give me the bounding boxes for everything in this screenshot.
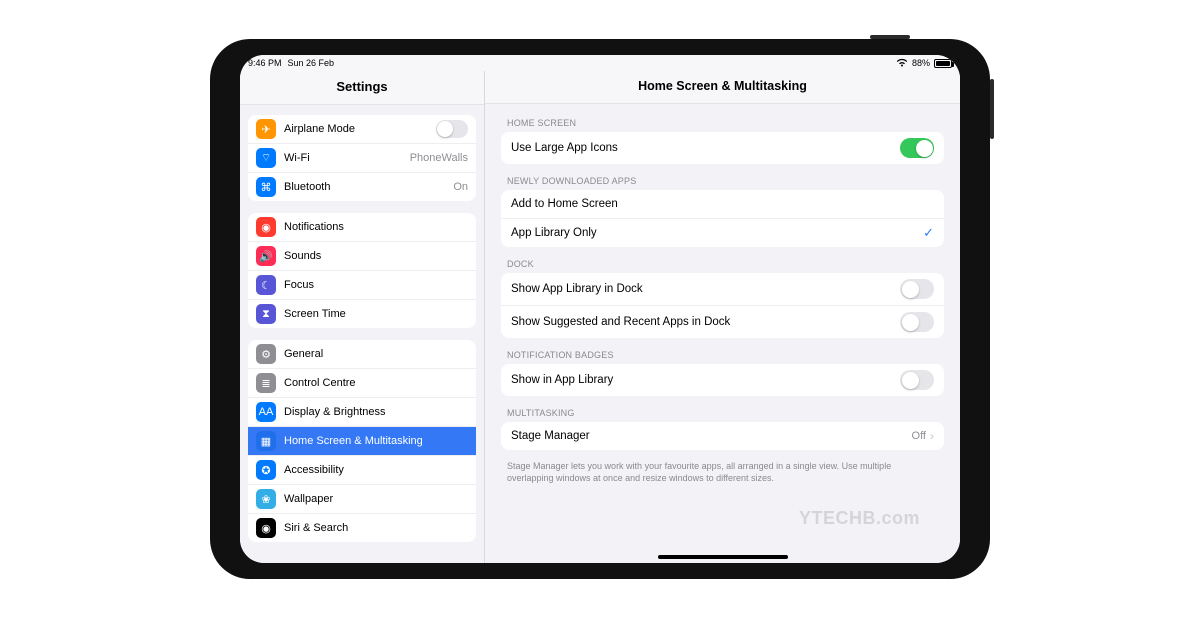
sidebar-item-label: Wallpaper (284, 493, 468, 505)
sidebar-item-label: Accessibility (284, 464, 468, 476)
section-header: MULTITASKING (501, 402, 944, 422)
sidebar-item-label: Control Centre (284, 377, 468, 389)
bluetooth-icon: ⌘ (256, 177, 276, 197)
wifi-icon (896, 58, 908, 69)
sidebar-item-sounds[interactable]: 🔊 Sounds (248, 241, 476, 270)
sidebar-item-label: Focus (284, 279, 468, 291)
status-time: 9:46 PM (248, 58, 282, 68)
sidebar-item-label: Wi-Fi (284, 152, 402, 164)
section: Stage ManagerOff › (501, 422, 944, 450)
show-in-applib-switch[interactable] (900, 370, 934, 390)
section: Show in App Library (501, 364, 944, 396)
wallpaper-icon: ❀ (256, 489, 276, 509)
setting-app-library[interactable]: App Library Only✓ (501, 218, 944, 247)
setting-label: App Library Only (511, 227, 923, 239)
setting-value: Off (912, 430, 926, 442)
sidebar: Settings ✈ Airplane Mode ⌔ Wi-Fi PhoneWalls ⌘… (240, 71, 485, 563)
setting-label: Stage Manager (511, 430, 912, 442)
sidebar-item-label: Notifications (284, 221, 468, 233)
show-applib-dock-switch[interactable] (900, 279, 934, 299)
airplane-icon: ✈ (256, 119, 276, 139)
sidebar-group: ◉ Notifications 🔊 Sounds ☾ Focus ⧗ Screen Time (248, 213, 476, 328)
sidebar-item-label: General (284, 348, 468, 360)
setting-add-home[interactable]: Add to Home Screen (501, 190, 944, 218)
sidebar-item-label: Airplane Mode (284, 123, 428, 135)
setting-show-suggested[interactable]: Show Suggested and Recent Apps in Dock (501, 305, 944, 338)
sidebar-item-value: On (453, 181, 468, 193)
sidebar-group: ⚙ General ≣ Control Centre AA Display & Brigh… (248, 340, 476, 542)
homescreen-icon: ▦ (256, 431, 276, 451)
watermark: YTECHB.com (799, 508, 920, 529)
battery-icon (934, 59, 952, 68)
checkmark-icon: ✓ (923, 225, 934, 241)
sidebar-title: Settings (240, 71, 484, 105)
section-header: DOCK (501, 253, 944, 273)
display-icon: AA (256, 402, 276, 422)
large-icons-switch[interactable] (900, 138, 934, 158)
general-icon: ⚙ (256, 344, 276, 364)
siri-icon: ◉ (256, 518, 276, 538)
setting-label: Show App Library in Dock (511, 283, 900, 295)
setting-show-in-applib[interactable]: Show in App Library (501, 364, 944, 396)
sidebar-item-screentime[interactable]: ⧗ Screen Time (248, 299, 476, 328)
section: Use Large App Icons (501, 132, 944, 164)
sidebar-item-general[interactable]: ⚙ General (248, 340, 476, 368)
setting-large-icons[interactable]: Use Large App Icons (501, 132, 944, 164)
sidebar-item-value: PhoneWalls (410, 152, 468, 164)
screentime-icon: ⧗ (256, 304, 276, 324)
sidebar-item-airplane[interactable]: ✈ Airplane Mode (248, 115, 476, 143)
setting-stage-manager[interactable]: Stage ManagerOff › (501, 422, 944, 450)
airplane-switch[interactable] (436, 120, 468, 138)
section-header: NOTIFICATION BADGES (501, 344, 944, 364)
sidebar-item-label: Bluetooth (284, 181, 445, 193)
sidebar-item-bluetooth[interactable]: ⌘ Bluetooth On (248, 172, 476, 201)
sidebar-item-wifi[interactable]: ⌔ Wi-Fi PhoneWalls (248, 143, 476, 172)
status-battery-pct: 88% (912, 58, 930, 68)
status-date: Sun 26 Feb (288, 58, 335, 68)
detail-pane: Home Screen & Multitasking HOME SCREEN Us… (485, 71, 960, 563)
sidebar-group: ✈ Airplane Mode ⌔ Wi-Fi PhoneWalls ⌘ Bluetooth… (248, 115, 476, 201)
section-footnote: Stage Manager lets you work with your fa… (501, 456, 944, 484)
sidebar-item-label: Screen Time (284, 308, 468, 320)
setting-label: Add to Home Screen (511, 198, 934, 210)
show-suggested-switch[interactable] (900, 312, 934, 332)
detail-title: Home Screen & Multitasking (485, 71, 960, 104)
sidebar-item-notifications[interactable]: ◉ Notifications (248, 213, 476, 241)
sidebar-item-accessibility[interactable]: ✪ Accessibility (248, 455, 476, 484)
section-header: HOME SCREEN (501, 112, 944, 132)
screen: 9:46 PM Sun 26 Feb 88% Settings ✈ Airplan… (240, 55, 960, 563)
sidebar-item-controlcentre[interactable]: ≣ Control Centre (248, 368, 476, 397)
controlcentre-icon: ≣ (256, 373, 276, 393)
status-bar: 9:46 PM Sun 26 Feb 88% (240, 55, 960, 71)
setting-label: Show Suggested and Recent Apps in Dock (511, 316, 900, 328)
tablet-bezel: 9:46 PM Sun 26 Feb 88% Settings ✈ Airplan… (210, 39, 990, 579)
notifications-icon: ◉ (256, 217, 276, 237)
home-indicator (658, 555, 788, 559)
sidebar-item-label: Siri & Search (284, 522, 468, 534)
sidebar-item-homescreen[interactable]: ▦ Home Screen & Multitasking (248, 426, 476, 455)
sidebar-item-label: Home Screen & Multitasking (284, 435, 468, 447)
wifi-icon: ⌔ (256, 148, 276, 168)
setting-show-applib-dock[interactable]: Show App Library in Dock (501, 273, 944, 305)
chevron-right-icon: › (930, 429, 934, 443)
section-header: NEWLY DOWNLOADED APPS (501, 170, 944, 190)
focus-icon: ☾ (256, 275, 276, 295)
setting-label: Use Large App Icons (511, 142, 900, 154)
sidebar-item-wallpaper[interactable]: ❀ Wallpaper (248, 484, 476, 513)
sidebar-item-siri[interactable]: ◉ Siri & Search (248, 513, 476, 542)
setting-label: Show in App Library (511, 374, 900, 386)
sidebar-item-display[interactable]: AA Display & Brightness (248, 397, 476, 426)
section: Show App Library in Dock Show Suggested a… (501, 273, 944, 338)
sidebar-item-focus[interactable]: ☾ Focus (248, 270, 476, 299)
section: Add to Home Screen App Library Only✓ (501, 190, 944, 247)
sidebar-item-label: Sounds (284, 250, 468, 262)
sidebar-item-label: Display & Brightness (284, 406, 468, 418)
accessibility-icon: ✪ (256, 460, 276, 480)
sounds-icon: 🔊 (256, 246, 276, 266)
